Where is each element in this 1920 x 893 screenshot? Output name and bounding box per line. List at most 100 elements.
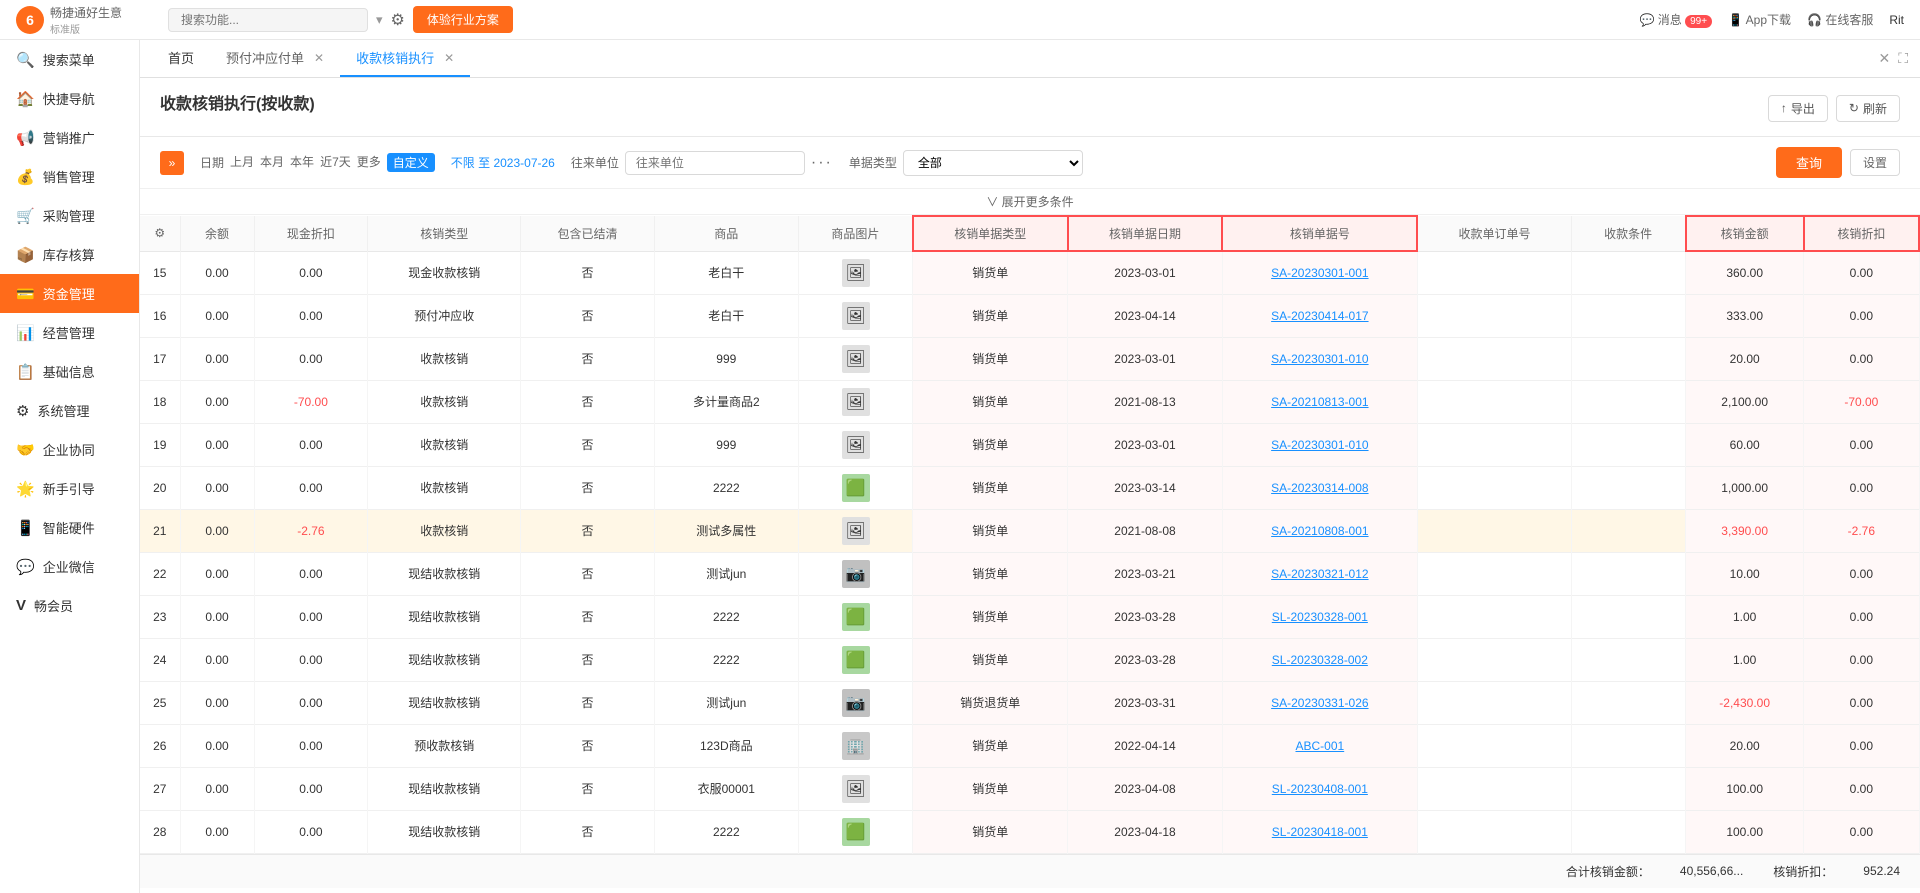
verify-no-link[interactable]: SA-20230321-012 — [1271, 567, 1368, 581]
tab-prepay-close[interactable]: ✕ — [314, 51, 324, 65]
app-download-btn[interactable]: 📱 App下载 — [1728, 11, 1791, 28]
sidebar-item-search[interactable]: 🔍 搜索菜单 — [0, 40, 139, 79]
cell-goods: 2222 — [654, 595, 798, 638]
verify-no-link[interactable]: SA-20230301-001 — [1271, 266, 1368, 280]
verify-no-link[interactable]: ABC-001 — [1295, 739, 1344, 753]
sidebar: 🔍 搜索菜单 🏠 快捷导航 📢 营销推广 💰 销售管理 🛒 采购管理 📦 库存核… — [0, 40, 140, 893]
expand-conditions-bar[interactable]: ∨ 展开更多条件 — [140, 189, 1920, 215]
cell-include-settled: 否 — [521, 466, 654, 509]
verify-no-link[interactable]: SL-20230328-002 — [1272, 653, 1368, 667]
verify-no-link[interactable]: SA-20230314-008 — [1271, 481, 1368, 495]
col-gear[interactable]: ⚙ — [140, 216, 180, 251]
cell-verify-no[interactable]: SL-20230328-001 — [1222, 595, 1417, 638]
message-badge: 99+ — [1685, 15, 1712, 28]
tab-collection-close[interactable]: ✕ — [444, 51, 454, 65]
sidebar-item-member[interactable]: V 畅会员 — [0, 586, 139, 625]
verify-no-link[interactable]: SL-20230408-001 — [1272, 782, 1368, 796]
sidebar-item-system[interactable]: ⚙ 系统管理 — [0, 391, 139, 430]
sidebar-item-purchase[interactable]: 🛒 采购管理 — [0, 196, 139, 235]
filter-collapse-btn[interactable]: » — [160, 151, 184, 175]
sidebar-item-wechat[interactable]: 💬 企业微信 — [0, 547, 139, 586]
table-container[interactable]: ⚙ 余额 现金折扣 核销类型 包含已结清 商品 商品图片 核销单据类型 核销单据… — [140, 215, 1920, 893]
cell-goods: 老白干 — [654, 251, 798, 294]
system-icon: ⚙ — [16, 402, 29, 420]
sidebar-item-smarthw[interactable]: 📱 智能硬件 — [0, 508, 139, 547]
page-content: 收款核销执行(按收款) ↑ 导出 ↻ 刷新 » — [140, 78, 1920, 893]
col-verify-date: 核销单据日期 — [1068, 216, 1223, 251]
top-search-input[interactable] — [168, 8, 368, 32]
voucher-type-select[interactable]: 全部 销货单 — [903, 150, 1083, 176]
message-btn[interactable]: 💬 消息 99+ — [1639, 11, 1712, 28]
gear-icon[interactable]: ⚙ — [391, 10, 405, 30]
marketing-icon: 📢 — [16, 129, 35, 147]
verify-no-link[interactable]: SA-20210808-001 — [1271, 524, 1368, 538]
cell-verify-no[interactable]: SL-20230418-001 — [1222, 810, 1417, 853]
dropdown-icon[interactable]: ▾ — [376, 12, 383, 28]
sidebar-item-marketing[interactable]: 📢 营销推广 — [0, 118, 139, 157]
window-expand-icon[interactable]: ⛶ — [1898, 50, 1908, 67]
cell-verify-no[interactable]: SA-20210813-001 — [1222, 380, 1417, 423]
verify-no-link[interactable]: SL-20230418-001 — [1272, 825, 1368, 839]
cell-verify-no[interactable]: SA-20230301-010 — [1222, 423, 1417, 466]
window-close-icon[interactable]: ✕ — [1878, 50, 1890, 67]
cell-verify-type: 现结收款核销 — [368, 638, 521, 681]
date-more[interactable]: 更多 — [357, 153, 381, 172]
table-row: 170.000.00收款核销否999🖼销货单2023-03-01SA-20230… — [140, 337, 1919, 380]
date-this-month[interactable]: 本月 — [260, 153, 284, 172]
table-body: 150.000.00现金收款核销否老白干🖼销货单2023-03-01SA-202… — [140, 251, 1919, 853]
verify-no-link[interactable]: SA-20230301-010 — [1271, 438, 1368, 452]
refresh-btn[interactable]: ↻ 刷新 — [1836, 95, 1900, 122]
partner-input[interactable] — [625, 151, 805, 175]
sidebar-item-enterprise[interactable]: 🤝 企业协同 — [0, 430, 139, 469]
verify-no-link[interactable]: SA-20230331-026 — [1271, 696, 1368, 710]
cell-verify-type: 现结收款核销 — [368, 552, 521, 595]
verify-no-link[interactable]: SA-20230414-017 — [1271, 309, 1368, 323]
cell-verify-no[interactable]: SL-20230328-002 — [1222, 638, 1417, 681]
user-name[interactable]: Rit — [1889, 13, 1904, 27]
tab-collection[interactable]: 收款核销执行 ✕ — [340, 40, 470, 77]
sidebar-item-inventory[interactable]: 📦 库存核算 — [0, 235, 139, 274]
tab-home[interactable]: 首页 — [152, 40, 210, 77]
cell-receipt-order-no — [1417, 380, 1571, 423]
sidebar-item-quicknav[interactable]: 🏠 快捷导航 — [0, 79, 139, 118]
export-btn[interactable]: ↑ 导出 — [1768, 95, 1828, 122]
verify-no-link[interactable]: SL-20230328-001 — [1272, 610, 1368, 624]
sidebar-item-basicinfo[interactable]: 📋 基础信息 — [0, 352, 139, 391]
cell-include-settled: 否 — [521, 638, 654, 681]
footer-discount-label: 核销折扣： — [1773, 863, 1833, 880]
filter-settings-btn[interactable]: 设置 — [1850, 149, 1900, 176]
date-custom[interactable]: 自定义 — [387, 153, 435, 172]
date-this-year[interactable]: 本年 — [290, 153, 314, 172]
cell-verify-no[interactable]: SA-20230414-017 — [1222, 294, 1417, 337]
cell-verify-no[interactable]: SA-20230331-026 — [1222, 681, 1417, 724]
cell-goods-img: 🟩 — [798, 638, 912, 681]
sidebar-item-operations[interactable]: 📊 经营管理 — [0, 313, 139, 352]
query-btn[interactable]: 查询 — [1776, 147, 1842, 178]
tab-prepay[interactable]: 预付冲应付单 ✕ — [210, 40, 340, 77]
top-bar: 6 畅捷通好生意 标准版 ▾ ⚙ 体验行业方案 💬 消息 99+ 📱 App下载… — [0, 0, 1920, 40]
cell-goods-img: 🏢 — [798, 724, 912, 767]
date-filter-group: 日期 上月 本月 本年 近7天 更多 自定义 — [200, 153, 435, 172]
online-service-btn[interactable]: 🎧 在线客服 — [1807, 11, 1873, 28]
sidebar-item-sales[interactable]: 💰 销售管理 — [0, 157, 139, 196]
sidebar-item-capital[interactable]: 💳 资金管理 — [0, 274, 139, 313]
smarthw-icon: 📱 — [16, 519, 35, 537]
sidebar-item-guide[interactable]: 🌟 新手引导 — [0, 469, 139, 508]
cell-verify-no[interactable]: SA-20210808-001 — [1222, 509, 1417, 552]
top-bar-right: 💬 消息 99+ 📱 App下载 🎧 在线客服 Rit — [1639, 11, 1904, 28]
cell-balance: 0.00 — [180, 552, 254, 595]
date-last-month[interactable]: 上月 — [230, 153, 254, 172]
cell-verify-no[interactable]: SL-20230408-001 — [1222, 767, 1417, 810]
solution-btn[interactable]: 体验行业方案 — [413, 6, 513, 33]
partner-label: 往来单位 — [571, 154, 619, 171]
cell-verify-no[interactable]: SA-20230321-012 — [1222, 552, 1417, 595]
cell-verify-no[interactable]: SA-20230301-010 — [1222, 337, 1417, 380]
date-7days[interactable]: 近7天 — [320, 153, 351, 172]
cell-verify-voucher-type: 销货单 — [913, 380, 1068, 423]
cell-verify-no[interactable]: ABC-001 — [1222, 724, 1417, 767]
cell-verify-no[interactable]: SA-20230314-008 — [1222, 466, 1417, 509]
partner-dots[interactable]: ··· — [811, 154, 833, 172]
verify-no-link[interactable]: SA-20230301-010 — [1271, 352, 1368, 366]
cell-verify-no[interactable]: SA-20230301-001 — [1222, 251, 1417, 294]
verify-no-link[interactable]: SA-20210813-001 — [1271, 395, 1368, 409]
